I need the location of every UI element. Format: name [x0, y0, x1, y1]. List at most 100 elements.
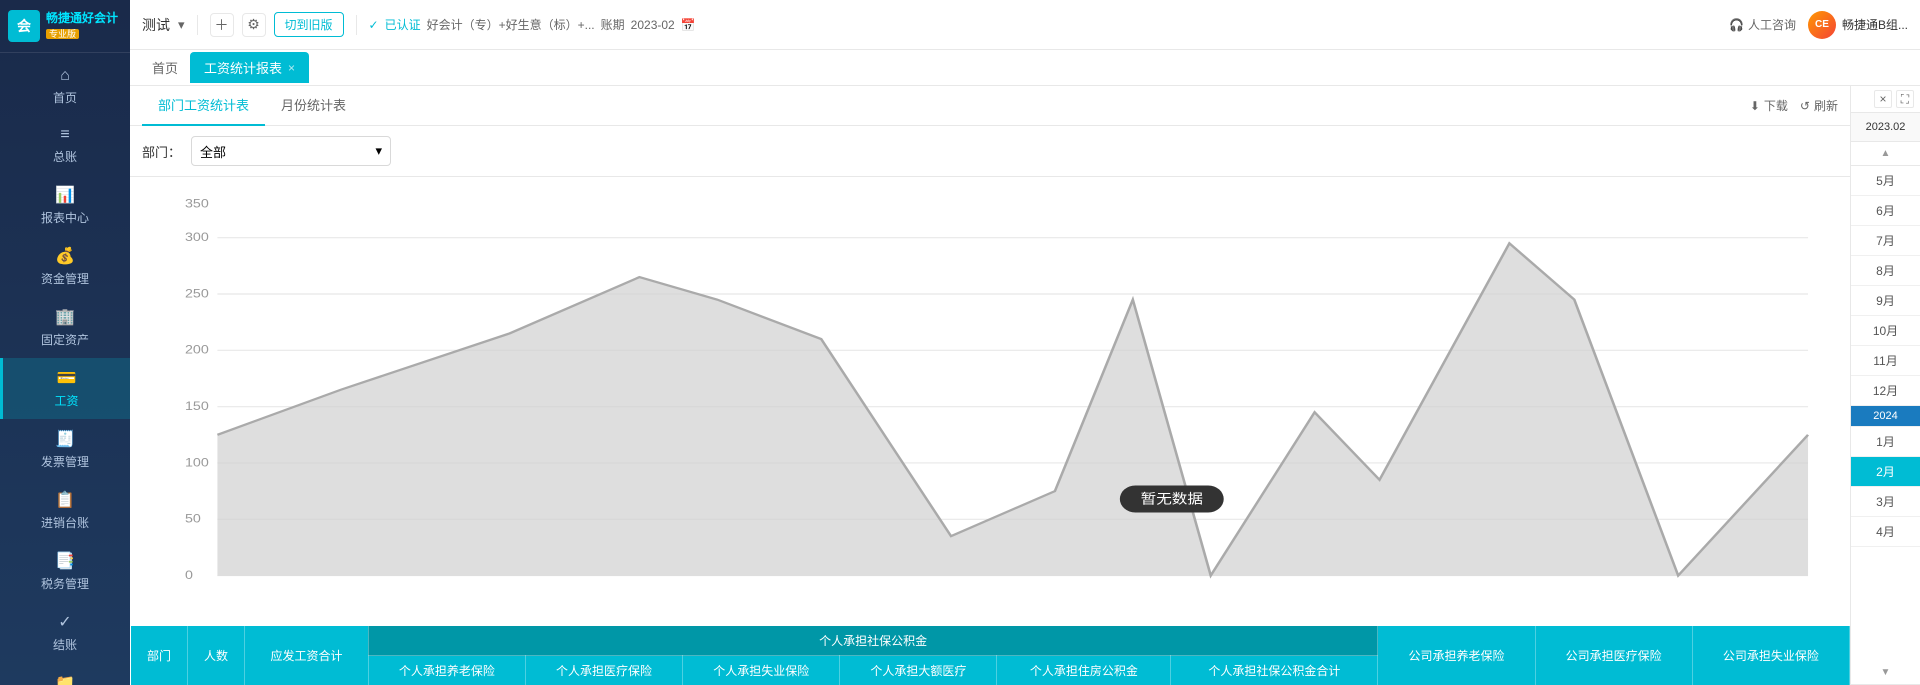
tab-salary-report[interactable]: 工资统计报表 ×: [190, 52, 309, 83]
th-company-unemployment: 公司承担失业保险: [1692, 626, 1849, 685]
tabbar: 首页 工资统计报表 ×: [130, 50, 1920, 86]
sidebar-item-archive[interactable]: 📁 归档管理: [0, 663, 130, 685]
sidebar-item-sales[interactable]: 📋 进销台账: [0, 480, 130, 541]
user-menu[interactable]: CE 畅捷通B组...: [1808, 11, 1908, 39]
nav-label-home: 首页: [53, 89, 77, 106]
tab-home[interactable]: 首页: [142, 52, 188, 83]
sidebar-nav: ⌂ 首页 ≡ 总账 📊 报表中心 💰 资金管理 🏢 固定资产 💳 工资 🧾 发票…: [0, 53, 130, 685]
topbar-switch-btn[interactable]: 切到旧版: [274, 12, 344, 37]
month-10[interactable]: 10月: [1851, 316, 1920, 346]
th-company-pension: 公司承担养老保险: [1378, 626, 1535, 685]
date-nav-down[interactable]: ▼: [1877, 665, 1895, 680]
right-date-panel: × ⛶ 2023.02 ▲ 5月 6月 7月 8月 9月 10月 11月 12月: [1850, 86, 1920, 685]
date-panel-header: 2023.02: [1851, 113, 1920, 142]
svg-text:0: 0: [185, 568, 193, 582]
year-2024-label: 2024: [1851, 406, 1920, 427]
month-2024-3[interactable]: 3月: [1851, 487, 1920, 517]
sidebar-item-ledger[interactable]: ≡ 总账: [0, 116, 130, 175]
sidebar-logo: 会 畅捷通好会计 专业版: [0, 0, 130, 53]
topbar-add-btn[interactable]: ＋: [210, 13, 234, 37]
content-area: 首页 工资统计报表 × 部门工资统计表 月份统计表: [130, 50, 1920, 685]
month-5[interactable]: 5月: [1851, 166, 1920, 196]
th-headcount: 人数: [188, 626, 245, 685]
nav-label-sales: 进销台账: [41, 514, 89, 531]
logo-icon: 会: [8, 10, 40, 42]
calendar-icon[interactable]: 📅: [681, 18, 696, 32]
month-6[interactable]: 6月: [1851, 196, 1920, 226]
th-personal-unemployment: 个人承担失业保险: [683, 656, 840, 685]
filter-bar: 部门： 全部 ▾: [130, 126, 1850, 177]
sub-tabbar: 部门工资统计表 月份统计表 ⬇ 下载 ↺ 刷新: [130, 86, 1850, 126]
sidebar-item-salary[interactable]: 💳 工资: [0, 358, 130, 419]
date-panel-nav: ▲: [1851, 142, 1920, 166]
topbar-title: 测试: [142, 15, 170, 35]
date-panel-nav-down: ▼: [1851, 661, 1920, 685]
sidebar-item-tax[interactable]: 📑 税务管理: [0, 541, 130, 602]
service-btn[interactable]: 🎧 人工咨询: [1729, 16, 1796, 33]
nav-label-tax: 税务管理: [41, 575, 89, 592]
month-8[interactable]: 8月: [1851, 256, 1920, 286]
sub-tab-monthly[interactable]: 月份统计表: [265, 86, 362, 126]
panel-close-btn[interactable]: ×: [1874, 90, 1892, 108]
tab-close-btn[interactable]: ×: [288, 61, 295, 75]
filter-label: 部门：: [142, 142, 181, 161]
select-arrow-icon: ▾: [375, 143, 382, 159]
period-label: 账期: [601, 16, 625, 33]
sidebar-item-assets[interactable]: 🏢 固定资产: [0, 297, 130, 358]
user-name: 畅捷通B组...: [1842, 16, 1908, 33]
chart-area: 0 50 100 150 200 250 300 350: [130, 177, 1850, 625]
dept-value: 全部: [200, 142, 226, 161]
sub-tab-dept[interactable]: 部门工资统计表: [142, 86, 265, 126]
month-12[interactable]: 12月: [1851, 376, 1920, 406]
avatar: CE: [1808, 11, 1836, 39]
tab-label: 工资统计报表: [204, 58, 282, 77]
date-nav-up[interactable]: ▲: [1877, 146, 1895, 161]
download-btn[interactable]: ⬇ 下载: [1750, 97, 1788, 114]
nav-icon-settle: ✓: [55, 612, 75, 632]
month-list: 5月 6月 7月 8月 9月 10月 11月 12月 2024 1月 2月 3月…: [1851, 166, 1920, 661]
sub-tabs: 部门工资统计表 月份统计表: [142, 86, 362, 126]
bottom-table: 部门 人数 应发工资合计 个人承担社保公积金 公司承担养老保险 公司承担医疗保险…: [130, 625, 1850, 685]
sidebar-item-invoice[interactable]: 🧾 发票管理: [0, 419, 130, 480]
nav-icon-assets: 🏢: [55, 307, 75, 327]
topbar-badges: ✓ 已认证 好会计（专）+好生意（标）+... 账期 2023-02 📅: [369, 16, 696, 33]
svg-text:100: 100: [185, 455, 209, 469]
svg-text:50: 50: [185, 512, 201, 526]
topbar-divider2: [356, 15, 357, 35]
chart-container: 0 50 100 150 200 250 300 350: [146, 187, 1834, 615]
table-area: 部门 人数 应发工资合计 个人承担社保公积金 公司承担养老保险 公司承担医疗保险…: [130, 625, 1850, 685]
month-2024-1[interactable]: 1月: [1851, 427, 1920, 457]
sidebar-item-funds[interactable]: 💰 资金管理: [0, 236, 130, 297]
nav-icon-archive: 📁: [55, 673, 75, 685]
topbar-settings-btn[interactable]: ⚙: [242, 13, 266, 37]
sidebar-item-home[interactable]: ⌂ 首页: [0, 57, 130, 116]
download-icon: ⬇: [1750, 99, 1760, 113]
sidebar-item-reports[interactable]: 📊 报表中心: [0, 175, 130, 236]
nav-icon-reports: 📊: [55, 185, 75, 205]
refresh-btn[interactable]: ↺ 刷新: [1800, 97, 1838, 114]
month-7[interactable]: 7月: [1851, 226, 1920, 256]
month-2024-2[interactable]: 2月: [1851, 457, 1920, 487]
period-value: 2023-02: [631, 18, 675, 32]
th-personal-pension: 个人承担养老保险: [368, 656, 525, 685]
topbar-right: 🎧 人工咨询 CE 畅捷通B组...: [1729, 11, 1908, 39]
chart-svg: 0 50 100 150 200 250 300 350: [146, 187, 1834, 615]
dept-select[interactable]: 全部 ▾: [191, 136, 391, 166]
sidebar-item-settle[interactable]: ✓ 结账: [0, 602, 130, 663]
nav-icon-home: ⌂: [55, 67, 75, 85]
nav-label-ledger: 总账: [53, 148, 77, 165]
svg-text:150: 150: [185, 399, 209, 413]
sidebar: 会 畅捷通好会计 专业版 ⌂ 首页 ≡ 总账 📊 报表中心 💰 资金管理 🏢 固…: [0, 0, 130, 685]
th-total-salary: 应发工资合计: [245, 626, 369, 685]
th-personal-medical: 个人承担医疗保险: [525, 656, 682, 685]
verified-label: 已认证: [385, 16, 421, 33]
month-2024-4[interactable]: 4月: [1851, 517, 1920, 547]
nav-label-salary: 工资: [54, 392, 78, 409]
svg-text:暂无数据: 暂无数据: [1141, 491, 1203, 507]
month-11[interactable]: 11月: [1851, 346, 1920, 376]
panel-expand-btn[interactable]: ⛶: [1896, 90, 1914, 108]
refresh-icon: ↺: [1800, 99, 1810, 113]
month-9[interactable]: 9月: [1851, 286, 1920, 316]
topbar-dropdown-arrow[interactable]: ▾: [178, 17, 185, 33]
nav-label-reports: 报表中心: [41, 209, 89, 226]
